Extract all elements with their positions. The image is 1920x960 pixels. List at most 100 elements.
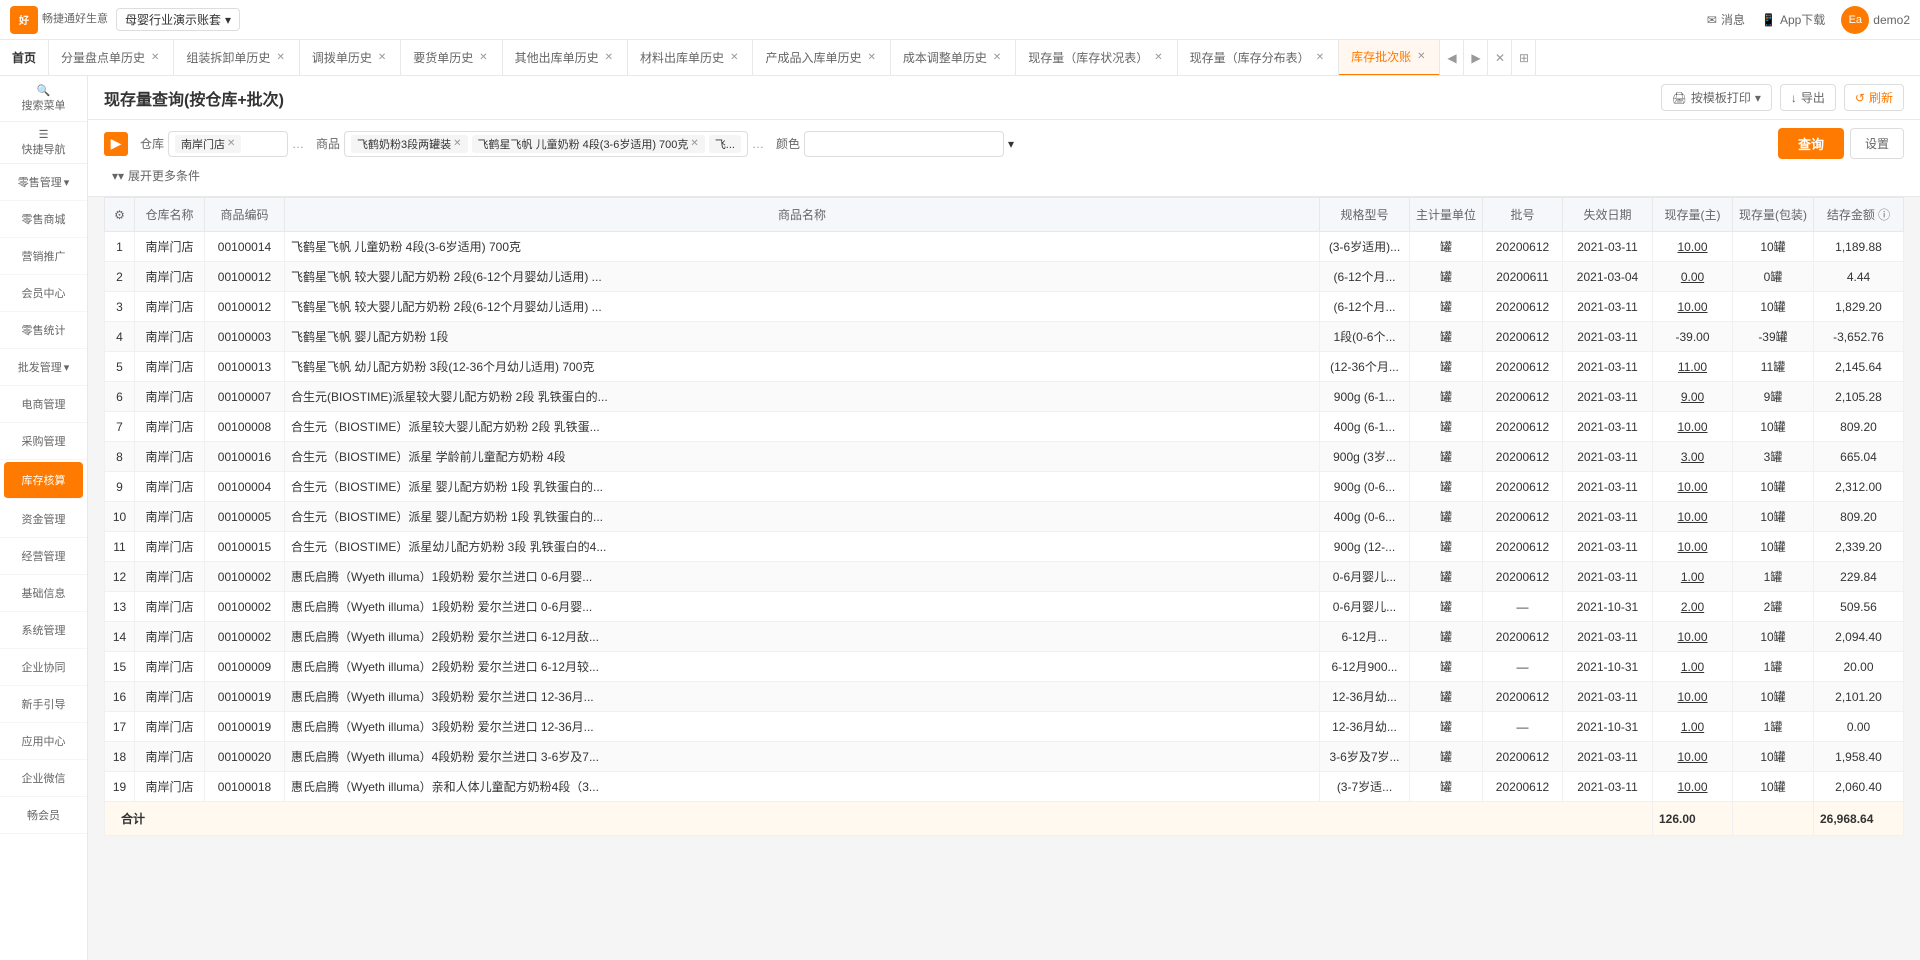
goods-tag-1-close[interactable]: ✕ [453, 138, 461, 149]
sidebar-item-dianshang[interactable]: 电商管理 [0, 386, 87, 423]
sidebar-item-kucun[interactable]: 库存核算 [4, 462, 83, 499]
print-button[interactable]: 🖨 按模板打印 ▾ [1661, 84, 1772, 111]
tab-close-icon[interactable]: ✕ [477, 50, 489, 65]
tab-qitachu[interactable]: 其他出库单历史 ✕ [503, 40, 628, 76]
tab-close-all-button[interactable]: ✕ [1488, 40, 1512, 76]
user-profile[interactable]: Ea demo2 [1841, 6, 1910, 34]
cell-qty-main[interactable]: 10.00 [1653, 412, 1733, 442]
cell-qty-main[interactable]: 10.00 [1653, 742, 1733, 772]
sidebar-item-xitong[interactable]: 系统管理 [0, 612, 87, 649]
table-row: 4 南岸门店 00100003 飞鹤星飞帆 婴儿配方奶粉 1段 1段(0-6个.… [105, 322, 1904, 352]
warehouse-tag-container[interactable]: 南岸门店 ✕ [168, 131, 288, 157]
cell-name: 飞鹤星飞帆 较大婴儿配方奶粉 2段(6-12个月婴幼儿适用) ... [285, 292, 1320, 322]
cell-qty-main[interactable]: 9.00 [1653, 382, 1733, 412]
tab-fenpan[interactable]: 分量盘点单历史 ✕ [49, 40, 174, 76]
sidebar-item-qiye[interactable]: 企业协同 [0, 649, 87, 686]
sidebar-search[interactable]: 🔍 搜索菜单 [0, 76, 87, 122]
app-icon: 📱 [1761, 13, 1776, 27]
cell-qty-main[interactable]: 10.00 [1653, 502, 1733, 532]
cell-qty-main[interactable]: 1.00 [1653, 652, 1733, 682]
cell-qty-main[interactable]: 10.00 [1653, 622, 1733, 652]
goods-tag-2-close[interactable]: ✕ [690, 138, 698, 149]
cell-no: 1 [105, 232, 135, 262]
color-tag-container[interactable] [804, 131, 1004, 157]
cell-qty-main[interactable]: 10.00 [1653, 292, 1733, 322]
expand-more-conditions[interactable]: ▾▾ 展开更多条件 [104, 163, 1904, 188]
tab-xianzailiang1[interactable]: 现存量（库存状况表） ✕ [1016, 40, 1177, 76]
tab-zuhe[interactable]: 组装拆卸单历史 ✕ [174, 40, 299, 76]
sidebar-item-lingshoul[interactable]: 零售管理 ▾ [0, 164, 87, 201]
goods-tag-container[interactable]: 飞鹤奶粉3段两罐装 ✕ 飞鹤星飞帆 儿童奶粉 4段(3-6岁适用) 700克 ✕… [344, 131, 748, 157]
cell-spec: 6-12月900... [1319, 652, 1409, 682]
cell-qty-main[interactable]: 10.00 [1653, 682, 1733, 712]
tab-prev-button[interactable]: ◀ [1440, 40, 1464, 76]
warehouse-more[interactable]: … [292, 137, 304, 151]
account-selector[interactable]: 母婴行业演示账套 ▾ [116, 8, 240, 31]
export-button[interactable]: ↓ 导出 [1780, 84, 1836, 111]
sidebar-item-lingshous[interactable]: 零售商城 [0, 201, 87, 238]
sidebar-item-caigou[interactable]: 采购管理 [0, 423, 87, 460]
cell-qty-main[interactable]: 0.00 [1653, 262, 1733, 292]
cell-name: 合生元（BIOSTIME）派星 婴儿配方奶粉 1段 乳铁蛋白的... [285, 472, 1320, 502]
sidebar-item-xinshou[interactable]: 新手引导 [0, 686, 87, 723]
tab-close-icon[interactable]: ✕ [603, 50, 615, 65]
sidebar-item-lingtongj[interactable]: 零售统计 [0, 312, 87, 349]
tab-close-icon[interactable]: ✕ [865, 50, 877, 65]
tab-home[interactable]: 首页 [0, 40, 49, 76]
cell-qty-main[interactable]: 10.00 [1653, 772, 1733, 802]
cell-qty-main[interactable]: 1.00 [1653, 712, 1733, 742]
cell-qty-main[interactable]: 11.00 [1653, 352, 1733, 382]
tab-diaobao[interactable]: 调拨单历史 ✕ [300, 40, 401, 76]
tab-yaohuo[interactable]: 要货单历史 ✕ [401, 40, 502, 76]
tab-close-icon[interactable]: ✕ [376, 50, 388, 65]
cell-spec: 0-6月婴儿... [1319, 592, 1409, 622]
cell-batch: 20200612 [1483, 622, 1563, 652]
tab-xianzailiang2[interactable]: 现存量（库存分布表） ✕ [1178, 40, 1339, 76]
table-row: 6 南岸门店 00100007 合生元(BIOSTIME)派星较大婴儿配方奶粉 … [105, 382, 1904, 412]
cell-qty-pack: 10罐 [1733, 532, 1814, 562]
tab-close-icon[interactable]: ✕ [728, 50, 740, 65]
tab-close-icon[interactable]: ✕ [1152, 50, 1164, 65]
tab-chengpin[interactable]: 产成品入库单历史 ✕ [753, 40, 890, 76]
goods-more[interactable]: … [752, 137, 764, 151]
sidebar-item-panghui[interactable]: 畅会员 [0, 797, 87, 834]
refresh-button[interactable]: ↺ 刷新 [1844, 84, 1904, 111]
sidebar-item-zijin[interactable]: 资金管理 [0, 501, 87, 538]
settings-button[interactable]: 设置 [1850, 128, 1904, 159]
cell-qty-main[interactable]: 10.00 [1653, 532, 1733, 562]
sidebar-item-yingxiao[interactable]: 营销推广 [0, 238, 87, 275]
tab-kucunpici[interactable]: 库存批次账 ✕ [1339, 40, 1440, 76]
tab-cailiaochu[interactable]: 材料出库单历史 ✕ [628, 40, 753, 76]
warehouse-tag-close[interactable]: ✕ [227, 138, 235, 149]
cell-qty-main[interactable]: 1.00 [1653, 562, 1733, 592]
cell-no: 4 [105, 322, 135, 352]
cell-qty-main[interactable]: 3.00 [1653, 442, 1733, 472]
sidebar-item-yingyong[interactable]: 应用中心 [0, 723, 87, 760]
tab-chengben[interactable]: 成本调整单历史 ✕ [891, 40, 1016, 76]
app-download-button[interactable]: 📱 App下载 [1761, 11, 1825, 28]
filter-expand-button[interactable]: ▶ [104, 132, 128, 156]
query-button[interactable]: 查询 [1778, 128, 1844, 159]
cell-batch: 20200612 [1483, 502, 1563, 532]
cell-qty-main[interactable]: 2.00 [1653, 592, 1733, 622]
cell-no: 6 [105, 382, 135, 412]
col-header-settings[interactable]: ⚙ [105, 198, 135, 232]
tab-next-button[interactable]: ▶ [1464, 40, 1488, 76]
tab-close-icon[interactable]: ✕ [991, 50, 1003, 65]
sidebar-quick-nav[interactable]: ☰ 快捷导航 [0, 122, 87, 164]
message-button[interactable]: ✉ 消息 [1707, 11, 1745, 28]
filter-row-1: ▶ 仓库 南岸门店 ✕ … 商品 飞鹤奶粉3段两罐装 [104, 128, 1904, 159]
tab-close-icon[interactable]: ✕ [1415, 49, 1427, 64]
tab-close-icon[interactable]: ✕ [1314, 50, 1326, 65]
tab-close-icon[interactable]: ✕ [274, 50, 286, 65]
cell-no: 5 [105, 352, 135, 382]
cell-qty-main[interactable]: 10.00 [1653, 232, 1733, 262]
cell-qty-main[interactable]: 10.00 [1653, 472, 1733, 502]
tab-close-icon[interactable]: ✕ [149, 50, 161, 65]
tab-menu-button[interactable]: ⊞ [1512, 40, 1536, 76]
sidebar-item-jichu[interactable]: 基础信息 [0, 575, 87, 612]
sidebar-item-huiyuan[interactable]: 会员中心 [0, 275, 87, 312]
sidebar-item-pifa[interactable]: 批发管理 ▾ [0, 349, 87, 386]
sidebar-item-qiyeweixin[interactable]: 企业微信 [0, 760, 87, 797]
sidebar-item-jingying[interactable]: 经营管理 [0, 538, 87, 575]
